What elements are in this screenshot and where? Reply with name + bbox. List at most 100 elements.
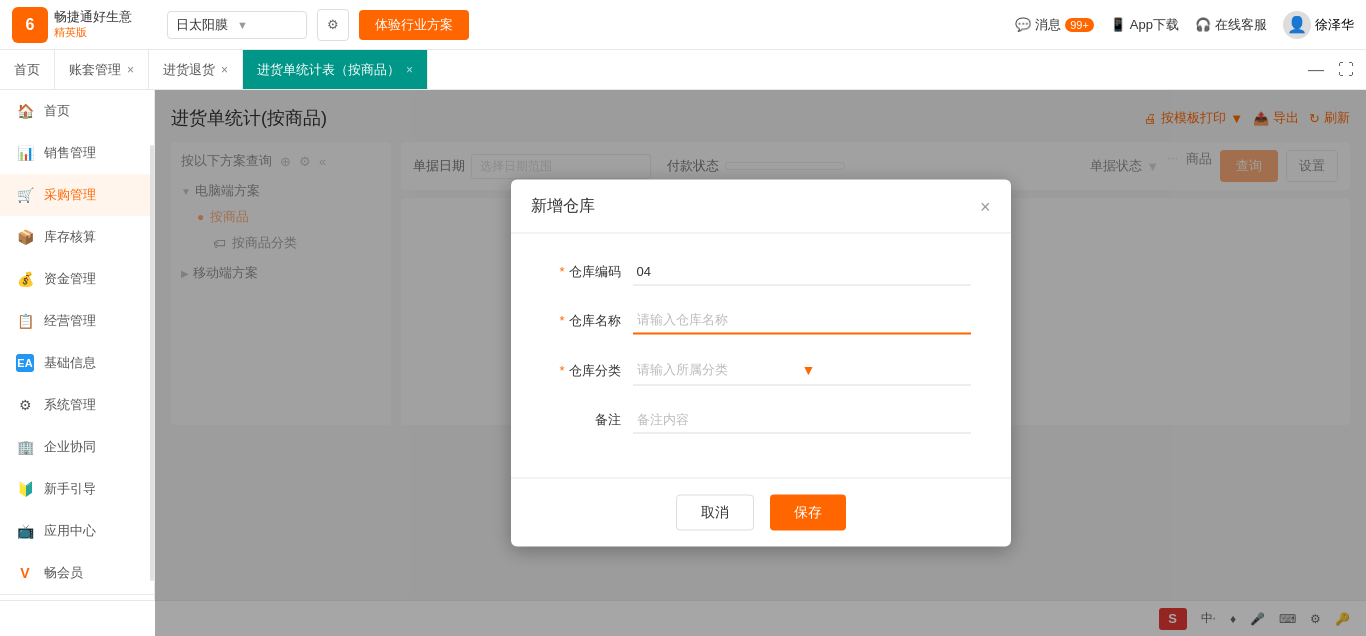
- basic-info-icon: EA: [16, 354, 34, 372]
- modal-body: *仓库编码 *仓库名称 *仓库分类 请输入所: [511, 234, 1011, 478]
- tab-home-label: 首页: [14, 61, 40, 79]
- sidebar-item-home[interactable]: 🏠 首页: [0, 90, 154, 132]
- sidebar-item-guide-label: 新手引导: [44, 480, 96, 498]
- top-header: 6 畅捷通好生意 精英版 日太阳膜 ▼ ⚙ 体验行业方案 💬 消息 99+ 📱 …: [0, 0, 1366, 50]
- phone-icon: 📱: [1110, 17, 1126, 32]
- sidebar-item-operations[interactable]: 📋 经营管理: [0, 300, 154, 342]
- form-row-category: *仓库分类 请输入所属分类 ▼: [551, 355, 971, 386]
- app-download-item[interactable]: 📱 App下载: [1110, 16, 1179, 34]
- sidebar-item-member[interactable]: V 畅会员: [0, 552, 154, 594]
- tab-account[interactable]: 账套管理 ×: [55, 50, 149, 89]
- header-main: 日太阳膜 ▼ ⚙ 体验行业方案: [167, 9, 1015, 41]
- tab-maximize-icon[interactable]: ⛶: [1334, 59, 1358, 81]
- settings-icon[interactable]: ⚙: [317, 9, 349, 41]
- sidebar-item-appstore[interactable]: 📺 应用中心: [0, 510, 154, 552]
- sidebar-item-appstore-label: 应用中心: [44, 522, 96, 540]
- sidebar-item-purchase-label: 采购管理: [44, 186, 96, 204]
- sidebar-item-inventory[interactable]: 📦 库存核算: [0, 216, 154, 258]
- operations-icon: 📋: [16, 312, 34, 330]
- name-input[interactable]: [633, 306, 971, 335]
- online-service-item[interactable]: 🎧 在线客服: [1195, 16, 1267, 34]
- sidebar-item-system[interactable]: ⚙ 系统管理: [0, 384, 154, 426]
- code-required-mark: *: [559, 264, 564, 279]
- sidebar-item-sales[interactable]: 📊 销售管理: [0, 132, 154, 174]
- modal-footer: 取消 保存: [511, 478, 1011, 547]
- cancel-button[interactable]: 取消: [676, 495, 754, 531]
- avatar: 👤: [1283, 11, 1311, 39]
- sidebar-item-finance-label: 资金管理: [44, 270, 96, 288]
- enterprise-icon: 🏢: [16, 438, 34, 456]
- name-required-mark: *: [559, 312, 564, 327]
- sidebar-item-basic-label: 基础信息: [44, 354, 96, 372]
- tab-purchase-stats[interactable]: 进货单统计表（按商品） ×: [243, 50, 428, 89]
- trial-button[interactable]: 体验行业方案: [359, 10, 469, 40]
- tab-minimize-icon[interactable]: —: [1304, 59, 1328, 81]
- tab-bar: 首页 账套管理 × 进货退货 × 进货单统计表（按商品） × — ⛶: [0, 50, 1366, 90]
- tab-purchase-stats-label: 进货单统计表（按商品）: [257, 61, 400, 79]
- app-download-label: App下载: [1130, 16, 1179, 34]
- form-row-name: *仓库名称: [551, 306, 971, 335]
- member-icon: V: [16, 564, 34, 582]
- form-row-code: *仓库编码: [551, 258, 971, 286]
- user-avatar-area[interactable]: 👤 徐泽华: [1283, 11, 1354, 39]
- sidebar-item-sales-label: 销售管理: [44, 144, 96, 162]
- logo-area: 6 畅捷通好生意 精英版: [12, 7, 167, 43]
- home-icon: 🏠: [16, 102, 34, 120]
- sidebar-item-enterprise-label: 企业协同: [44, 438, 96, 456]
- category-label: *仓库分类: [551, 361, 621, 379]
- modal-header: 新增仓库 ×: [511, 180, 1011, 234]
- logo-icon: 6: [12, 7, 48, 43]
- sidebar-item-purchase[interactable]: 🛒 采购管理: [0, 174, 154, 216]
- main-layout: 🏠 首页 📊 销售管理 🛒 采购管理 📦 库存核算 💰 资金管理 📋 经营管理 …: [0, 90, 1366, 636]
- sales-icon: 📊: [16, 144, 34, 162]
- note-label: 备注: [551, 411, 621, 429]
- sidebar-item-operations-label: 经营管理: [44, 312, 96, 330]
- tab-controls: — ⛶: [1296, 50, 1366, 89]
- category-arrow-icon: ▼: [802, 362, 967, 378]
- category-required-mark: *: [559, 362, 564, 377]
- inventory-icon: 📦: [16, 228, 34, 246]
- tab-home[interactable]: 首页: [0, 50, 55, 89]
- category-select[interactable]: 请输入所属分类 ▼: [633, 355, 971, 386]
- code-label: *仓库编码: [551, 263, 621, 281]
- modal-close-icon[interactable]: ×: [980, 197, 991, 215]
- category-placeholder: 请输入所属分类: [637, 361, 802, 379]
- store-selector[interactable]: 日太阳膜 ▼: [167, 11, 307, 39]
- sidebar-item-member-label: 畅会员: [44, 564, 83, 582]
- note-input[interactable]: [633, 406, 971, 434]
- sidebar-item-basic[interactable]: EA 基础信息: [0, 342, 154, 384]
- guide-icon: 🔰: [16, 480, 34, 498]
- system-icon: ⚙: [16, 396, 34, 414]
- message-item[interactable]: 💬 消息 99+: [1015, 16, 1094, 34]
- tab-purchase-stats-close-icon[interactable]: ×: [406, 63, 413, 77]
- finance-icon: 💰: [16, 270, 34, 288]
- tab-account-label: 账套管理: [69, 61, 121, 79]
- code-input[interactable]: [633, 258, 971, 286]
- purchase-icon: 🛒: [16, 186, 34, 204]
- message-icon: 💬: [1015, 17, 1031, 32]
- sidebar-scrollbar[interactable]: [150, 145, 154, 582]
- sidebar-item-guide[interactable]: 🔰 新手引导: [0, 468, 154, 510]
- headset-icon: 🎧: [1195, 17, 1211, 32]
- sidebar-item-home-label: 首页: [44, 102, 70, 120]
- sidebar: 🏠 首页 📊 销售管理 🛒 采购管理 📦 库存核算 💰 资金管理 📋 经营管理 …: [0, 90, 155, 636]
- store-arrow-icon: ▼: [237, 19, 298, 31]
- page-content: 进货单统计(按商品) 🖨 按模板打印 ▼ 📤 导出 ↻ 刷新: [155, 90, 1366, 636]
- tab-purchase-return-close-icon[interactable]: ×: [221, 63, 228, 77]
- user-name: 徐泽华: [1315, 16, 1354, 34]
- add-warehouse-modal: 新增仓库 × *仓库编码 *仓库名称: [511, 180, 1011, 547]
- appstore-icon: 📺: [16, 522, 34, 540]
- name-label: *仓库名称: [551, 311, 621, 329]
- sidebar-item-inventory-label: 库存核算: [44, 228, 96, 246]
- store-name: 日太阳膜: [176, 16, 237, 34]
- tab-purchase-return[interactable]: 进货退货 ×: [149, 50, 243, 89]
- tab-account-close-icon[interactable]: ×: [127, 63, 134, 77]
- sidebar-item-finance[interactable]: 💰 资金管理: [0, 258, 154, 300]
- logo-name: 畅捷通好生意: [54, 9, 132, 26]
- header-right: 💬 消息 99+ 📱 App下载 🎧 在线客服 👤 徐泽华: [1015, 11, 1354, 39]
- form-row-note: 备注: [551, 406, 971, 434]
- sidebar-item-system-label: 系统管理: [44, 396, 96, 414]
- save-button[interactable]: 保存: [770, 495, 846, 531]
- sidebar-item-enterprise[interactable]: 🏢 企业协同: [0, 426, 154, 468]
- message-badge: 99+: [1065, 18, 1094, 32]
